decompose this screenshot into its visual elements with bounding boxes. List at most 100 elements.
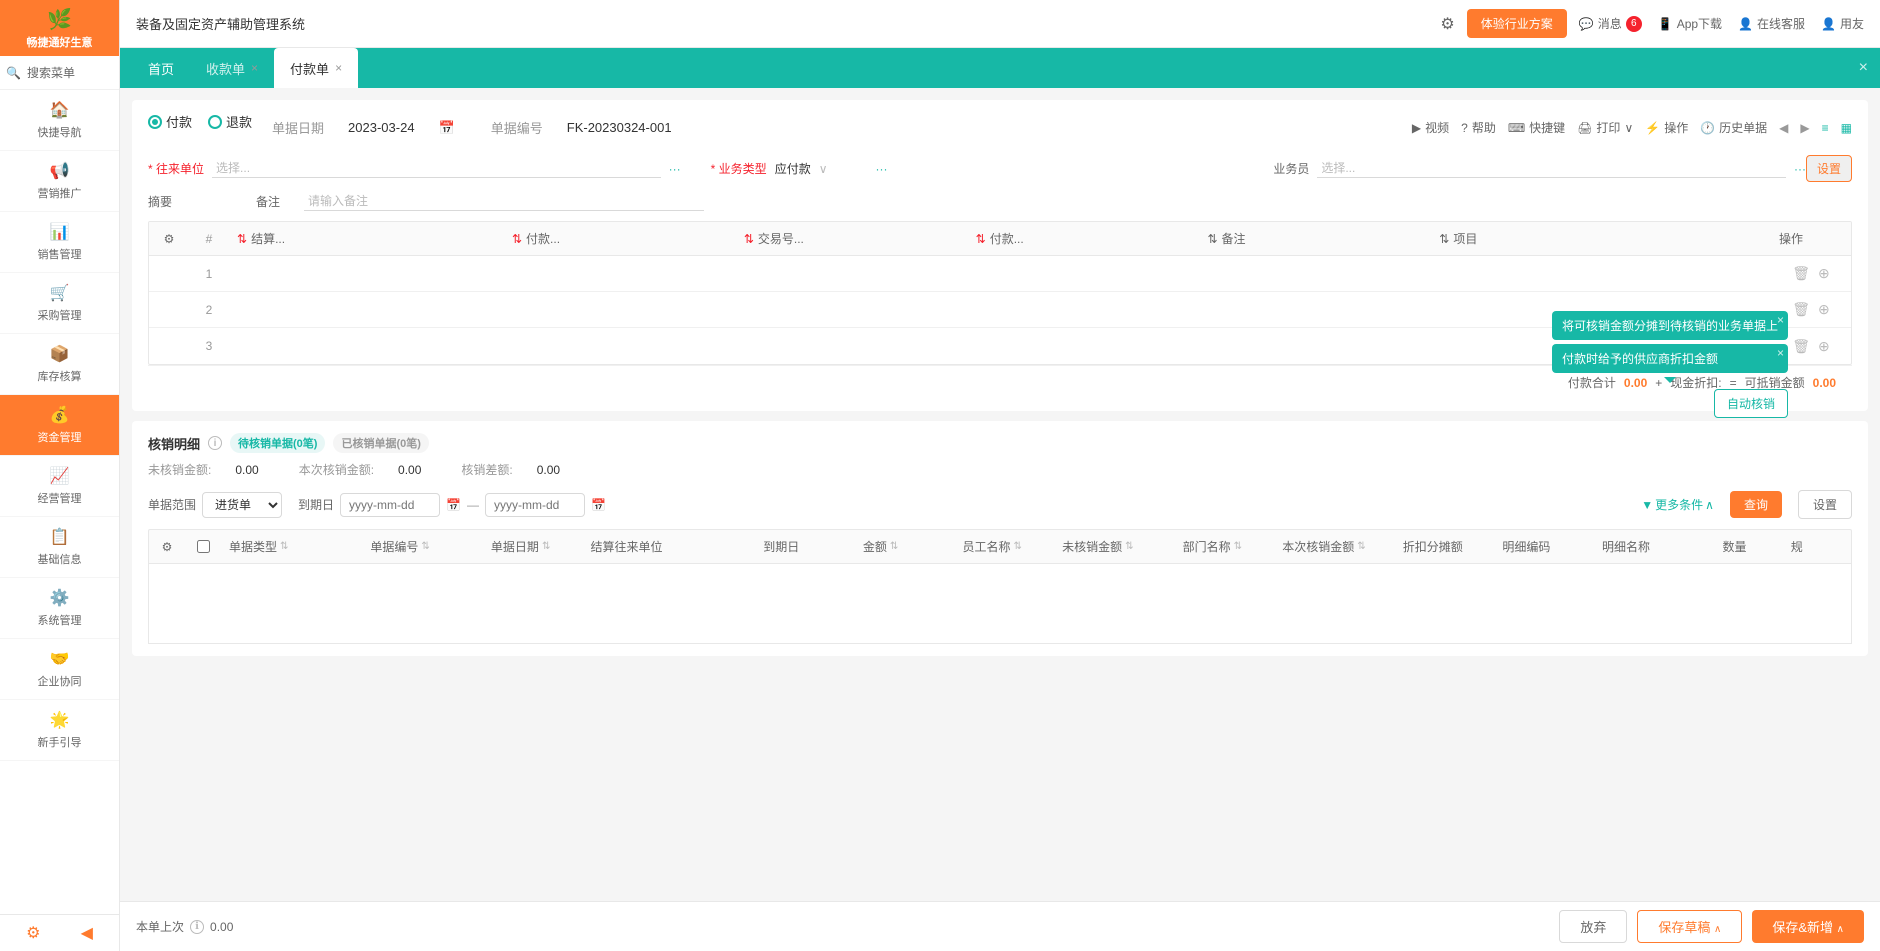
row1-copy-btn[interactable]: ⊕	[1818, 265, 1830, 282]
calendar-from-icon[interactable]: 📅	[446, 498, 461, 512]
message-btn[interactable]: 💬 消息 6	[1579, 15, 1642, 32]
sidebar-item-finance[interactable]: 💰 资金管理	[0, 395, 119, 456]
sidebar-footer-btn-left[interactable]: ⚙	[26, 923, 40, 943]
form-settings-btn[interactable]: 设置	[1806, 155, 1852, 182]
sidebar-item-quick-nav[interactable]: 🏠 快捷导航	[0, 90, 119, 151]
tooltip-text-1: 将可核销金额分摊到待核销的业务单据上	[1562, 319, 1778, 333]
calendar-to-icon[interactable]: 📅	[591, 498, 606, 512]
save-new-btn[interactable]: 保存&新增 ∧	[1752, 910, 1864, 943]
pending-badge[interactable]: 待核销单据(0笔)	[230, 433, 325, 453]
online-service-btn[interactable]: 👤 在线客服	[1738, 15, 1805, 32]
staff-input[interactable]	[1317, 159, 1786, 178]
done-badge[interactable]: 已核销单据(0笔)	[333, 433, 428, 453]
marketing-icon: 📢	[50, 161, 70, 181]
abandon-btn[interactable]: 放弃	[1559, 910, 1627, 943]
save-draft-btn[interactable]: 保存草稿 ∧	[1637, 910, 1742, 943]
range-select[interactable]: 进货单	[202, 492, 282, 518]
nav-prev[interactable]: ◀	[1779, 121, 1788, 135]
btcol-spec: 规	[1783, 538, 1851, 555]
topbar-settings-icon[interactable]: ⚙	[1440, 14, 1454, 34]
tab-receipt-close[interactable]: ×	[251, 61, 258, 75]
view-icon1[interactable]: ≡	[1822, 121, 1829, 135]
sidebar-item-basic-info[interactable]: 📋 基础信息	[0, 517, 119, 578]
view-icon2[interactable]: ▦	[1841, 121, 1852, 135]
btcol-amount: 金额 ⇅	[855, 538, 955, 555]
row3-copy-btn[interactable]: ⊕	[1818, 338, 1830, 355]
tab-home[interactable]: 首页	[132, 48, 190, 88]
duedate-label: 到期日	[298, 496, 334, 513]
shortcut-btn[interactable]: ⌨ 快捷键	[1508, 119, 1565, 136]
ops-btn[interactable]: ⚡ 操作	[1645, 119, 1688, 136]
sidebar-item-inventory[interactable]: 📦 库存核算	[0, 334, 119, 395]
sidebar-item-inventory-label: 库存核算	[38, 368, 82, 384]
counterpart-dots[interactable]: ···	[669, 162, 681, 176]
tooltip-close-2[interactable]: ×	[1777, 346, 1784, 360]
print-btn[interactable]: 🖨 打印 ∨	[1577, 119, 1633, 136]
reconcile-info-icon[interactable]: i	[208, 436, 222, 450]
remark-input[interactable]	[304, 192, 704, 211]
sidebar-item-guide[interactable]: 🌟 新手引导	[0, 700, 119, 761]
sidebar-item-enterprise[interactable]: 🤝 企业协同	[0, 639, 119, 700]
btcol-unit: 结算往来单位	[583, 538, 756, 555]
nav-next[interactable]: ▶	[1800, 121, 1809, 135]
sidebar-item-finance-label: 资金管理	[38, 429, 82, 445]
sidebar-search[interactable]: 🔍 搜索菜单	[0, 56, 119, 90]
tab-payment[interactable]: 付款单 ×	[274, 48, 358, 88]
sidebar-item-sales[interactable]: 📊 销售管理	[0, 212, 119, 273]
duedate-to-input[interactable]	[485, 493, 585, 517]
topbar-right: 💬 消息 6 📱 App下载 👤 在线客服 👤 用友	[1579, 15, 1864, 32]
reconcile-settings-btn[interactable]: 设置	[1798, 490, 1852, 519]
staff-dots[interactable]: ···	[1794, 162, 1806, 176]
save-new-chevron: ∧	[1837, 924, 1844, 935]
calendar-icon[interactable]: 📅	[439, 120, 455, 136]
history-btn[interactable]: 🕐 历史单据	[1700, 119, 1767, 136]
select-all-checkbox[interactable]	[197, 540, 210, 553]
refund-radio[interactable]: 退款	[208, 112, 252, 131]
sidebar-item-system[interactable]: ⚙️ 系统管理	[0, 578, 119, 639]
tooltip-close-1[interactable]: ×	[1777, 313, 1784, 327]
trial-btn[interactable]: 体验行业方案	[1467, 9, 1567, 38]
duedate-from-input[interactable]	[340, 493, 440, 517]
quick-nav-icon: 🏠	[50, 100, 70, 120]
sidebar-footer-btn-right[interactable]: ◀	[81, 923, 93, 943]
amount-sort-icon: ⇅	[890, 541, 898, 552]
print-label: 打印	[1596, 119, 1620, 136]
counterpart-input[interactable]	[212, 159, 661, 178]
auto-reconcile-btn[interactable]: 自动核销	[1714, 389, 1788, 418]
tab-home-label: 首页	[148, 59, 174, 78]
pay-radio[interactable]: 付款	[148, 112, 192, 131]
date-range-sep: —	[467, 498, 479, 512]
sidebar-item-marketing[interactable]: 📢 营销推广	[0, 151, 119, 212]
tabbar: 首页 收款单 × 付款单 × ×	[120, 48, 1880, 88]
more-conditions-btn[interactable]: ▼ 更多条件 ∧	[1641, 496, 1714, 513]
col-settings-icon[interactable]: ⚙	[149, 232, 189, 246]
btcol-check[interactable]	[185, 540, 221, 553]
business-type-dots[interactable]: ···	[876, 162, 888, 176]
system-title: 装备及固定资产辅助管理系统	[136, 14, 1428, 33]
bottom-footer: 本单上次 ℹ 0.00 放弃 保存草稿 ∧ 保存&新增 ∧	[120, 901, 1880, 951]
business-type-chevron[interactable]: ∨	[819, 162, 828, 176]
tabbar-close-all[interactable]: ×	[1859, 59, 1868, 77]
print-icon: 🖨	[1577, 121, 1592, 135]
sidebar-item-operations[interactable]: 📈 经营管理	[0, 456, 119, 517]
row3-delete-btn[interactable]: 🗑	[1792, 338, 1810, 355]
row2-delete-btn[interactable]: 🗑	[1792, 301, 1810, 318]
row1-delete-btn[interactable]: 🗑	[1792, 265, 1810, 282]
duedate-field: 到期日 📅 — 📅	[298, 493, 606, 517]
tab-receipt[interactable]: 收款单 ×	[190, 48, 274, 88]
content-area: 付款 退款 单据日期 2023-03-24 📅 单据编号 FK-20230324…	[120, 88, 1880, 951]
guide-icon: 🌟	[50, 710, 70, 730]
sidebar-item-purchase[interactable]: 🛒 采购管理	[0, 273, 119, 334]
col-ops-header: 操作	[1771, 230, 1851, 247]
user-btn[interactable]: 👤 用友	[1821, 15, 1864, 32]
tab-payment-close[interactable]: ×	[335, 61, 342, 75]
shortcut-label: 快捷键	[1529, 119, 1565, 136]
app-download-btn[interactable]: 📱 App下载	[1658, 15, 1722, 32]
help-btn[interactable]: ? 帮助	[1461, 119, 1496, 136]
query-btn[interactable]: 查询	[1730, 491, 1782, 518]
row2-copy-btn[interactable]: ⊕	[1818, 301, 1830, 318]
video-btn[interactable]: ▶ 视频	[1412, 119, 1449, 136]
footer-info-icon[interactable]: ℹ	[190, 920, 204, 934]
date-label: 单据日期	[272, 118, 324, 137]
btcol-settings[interactable]: ⚙	[149, 540, 185, 554]
